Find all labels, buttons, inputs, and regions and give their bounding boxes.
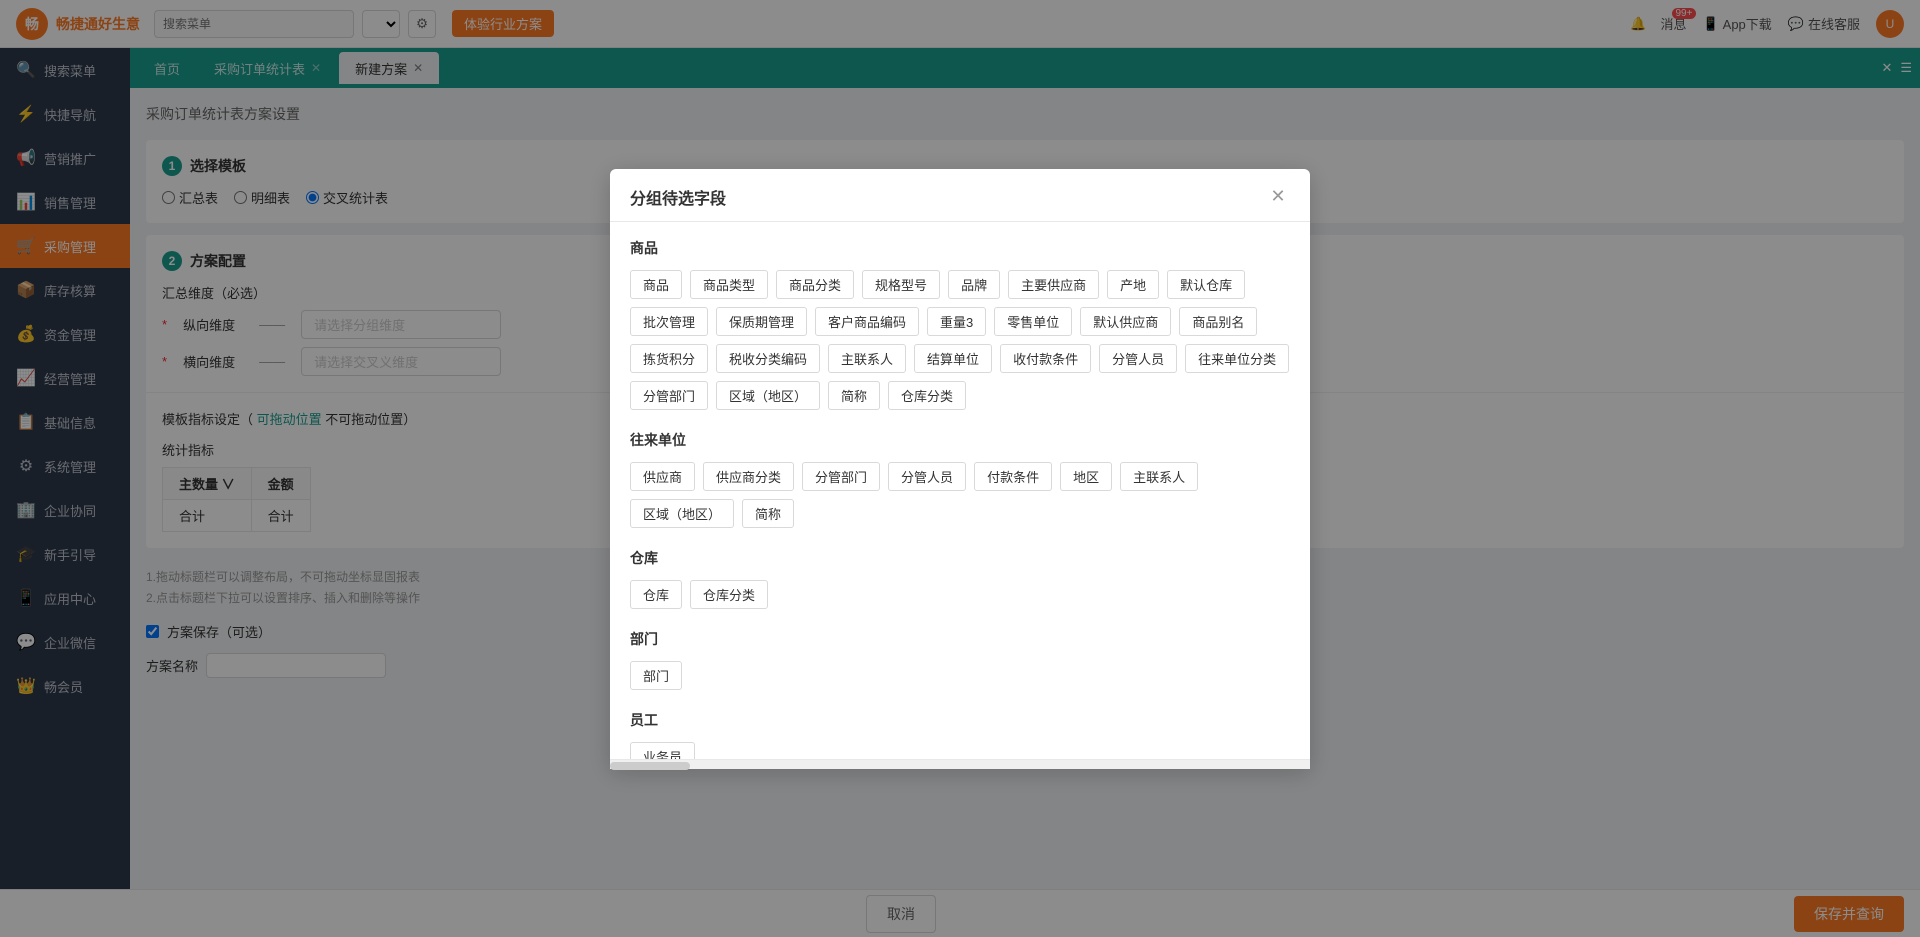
section-title-warehouse: 仓库 — [630, 548, 1290, 568]
modal-close-button[interactable]: ✕ — [1266, 185, 1290, 209]
field-tag-department-0[interactable]: 部门 — [630, 661, 682, 690]
field-tag-product-8[interactable]: 批次管理 — [630, 307, 708, 336]
field-section-department: 部门部门 — [630, 629, 1290, 690]
field-tag-product-12[interactable]: 零售单位 — [994, 307, 1072, 336]
field-tag-warehouse-1[interactable]: 仓库分类 — [690, 580, 768, 609]
field-tag-product-9[interactable]: 保质期管理 — [716, 307, 807, 336]
field-section-product: 商品商品商品类型商品分类规格型号品牌主要供应商产地默认仓库批次管理保质期管理客户… — [630, 238, 1290, 410]
field-section-partner: 往来单位供应商供应商分类分管部门分管人员付款条件地区主联系人区域（地区） 简称 — [630, 430, 1290, 528]
field-tag-partner-6[interactable]: 主联系人 — [1120, 462, 1198, 491]
field-tag-product-23[interactable]: 区域（地区） — [716, 381, 820, 410]
field-tag-partner-2[interactable]: 分管部门 — [802, 462, 880, 491]
field-tags-department: 部门 — [630, 661, 1290, 690]
field-tags-product: 商品商品类型商品分类规格型号品牌主要供应商产地默认仓库批次管理保质期管理客户商品… — [630, 270, 1290, 410]
field-tags-employee: 业务员 — [630, 742, 1290, 759]
field-tag-product-1[interactable]: 商品类型 — [690, 270, 768, 299]
field-tag-partner-1[interactable]: 供应商分类 — [703, 462, 794, 491]
field-tag-partner-4[interactable]: 付款条件 — [974, 462, 1052, 491]
field-tag-product-6[interactable]: 产地 — [1107, 270, 1159, 299]
field-tag-product-3[interactable]: 规格型号 — [862, 270, 940, 299]
field-tag-product-2[interactable]: 商品分类 — [776, 270, 854, 299]
field-tag-product-15[interactable]: 拣货积分 — [630, 344, 708, 373]
field-tag-product-14[interactable]: 商品别名 — [1179, 307, 1257, 336]
field-tag-partner-5[interactable]: 地区 — [1060, 462, 1112, 491]
field-tag-partner-0[interactable]: 供应商 — [630, 462, 695, 491]
modal-title: 分组待选字段 — [630, 185, 726, 209]
field-tag-product-13[interactable]: 默认供应商 — [1080, 307, 1171, 336]
field-tag-product-24[interactable]: 简称 — [828, 381, 880, 410]
field-tag-product-19[interactable]: 收付款条件 — [1000, 344, 1091, 373]
field-tag-product-18[interactable]: 结算单位 — [914, 344, 992, 373]
field-tag-product-21[interactable]: 往来单位分类 — [1185, 344, 1289, 373]
field-section-warehouse: 仓库仓库仓库分类 — [630, 548, 1290, 609]
section-title-product: 商品 — [630, 238, 1290, 258]
field-tag-product-4[interactable]: 品牌 — [948, 270, 1000, 299]
modal-dialog: 分组待选字段 ✕ 商品商品商品类型商品分类规格型号品牌主要供应商产地默认仓库批次… — [610, 169, 1310, 769]
field-section-employee: 员工业务员 — [630, 710, 1290, 759]
modal-overlay: 分组待选字段 ✕ 商品商品商品类型商品分类规格型号品牌主要供应商产地默认仓库批次… — [0, 0, 1920, 937]
field-tag-product-25[interactable]: 仓库分类 — [888, 381, 966, 410]
modal-header: 分组待选字段 ✕ — [610, 169, 1310, 222]
field-tag-partner-3[interactable]: 分管人员 — [888, 462, 966, 491]
field-tag-partner-7[interactable]: 区域（地区） — [630, 499, 734, 528]
section-title-department: 部门 — [630, 629, 1290, 649]
field-tag-employee-0[interactable]: 业务员 — [630, 742, 695, 759]
field-tag-partner-8[interactable]: 简称 — [742, 499, 794, 528]
field-tag-product-11[interactable]: 重量3 — [927, 307, 986, 336]
field-tag-product-7[interactable]: 默认仓库 — [1167, 270, 1245, 299]
modal-body: 商品商品商品类型商品分类规格型号品牌主要供应商产地默认仓库批次管理保质期管理客户… — [610, 222, 1310, 759]
field-tags-warehouse: 仓库仓库分类 — [630, 580, 1290, 609]
modal-horizontal-scrollbar[interactable] — [610, 759, 1310, 769]
field-tag-product-10[interactable]: 客户商品编码 — [815, 307, 919, 336]
field-tag-product-0[interactable]: 商品 — [630, 270, 682, 299]
field-tag-product-20[interactable]: 分管人员 — [1099, 344, 1177, 373]
field-tag-warehouse-0[interactable]: 仓库 — [630, 580, 682, 609]
section-title-partner: 往来单位 — [630, 430, 1290, 450]
section-title-employee: 员工 — [630, 710, 1290, 730]
field-tags-partner: 供应商供应商分类分管部门分管人员付款条件地区主联系人区域（地区） 简称 — [630, 462, 1290, 528]
field-tag-product-5[interactable]: 主要供应商 — [1008, 270, 1099, 299]
scrollbar-thumb[interactable] — [610, 762, 690, 770]
field-tag-product-22[interactable]: 分管部门 — [630, 381, 708, 410]
field-tag-product-17[interactable]: 主联系人 — [828, 344, 906, 373]
field-tag-product-16[interactable]: 税收分类编码 — [716, 344, 820, 373]
